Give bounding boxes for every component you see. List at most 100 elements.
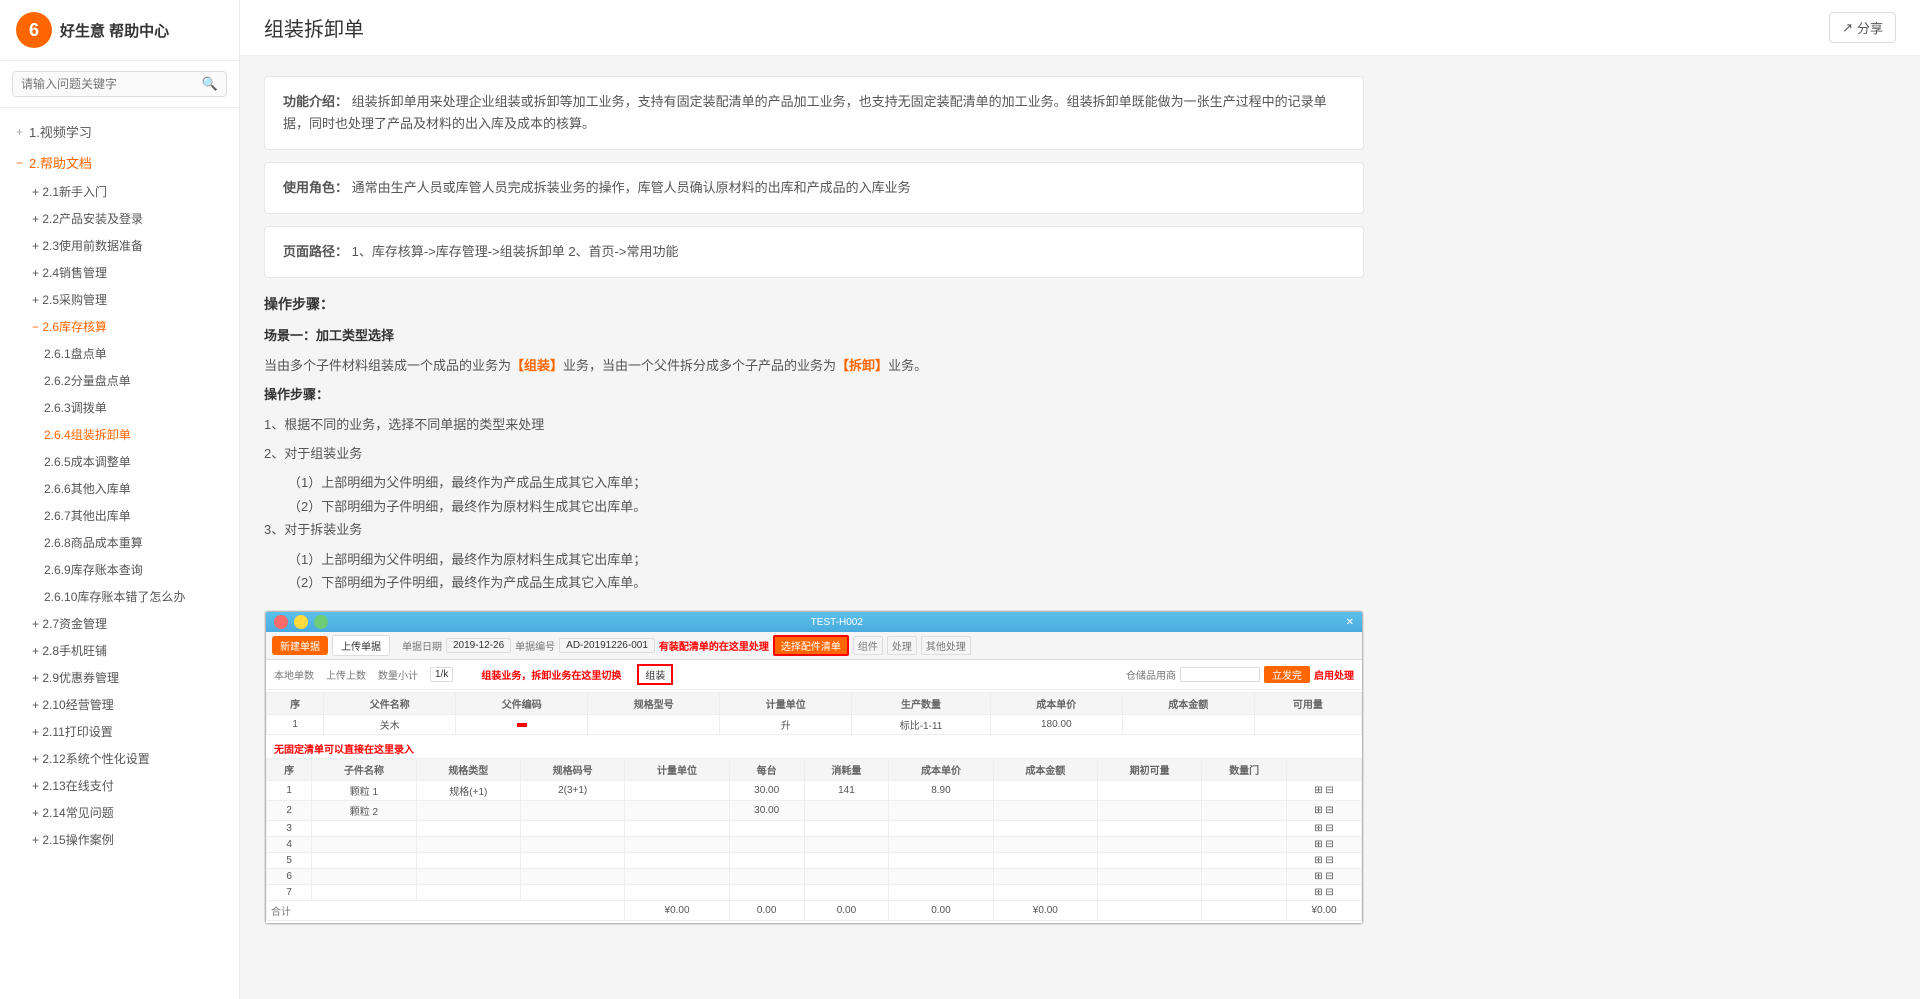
annotation1-btn[interactable]: 选择配件清单 [773, 635, 849, 656]
icon-2-10: + [32, 698, 42, 712]
sidebar-item-2-7[interactable]: + 2.7资金管理 [0, 610, 239, 637]
feature-intro-text: 组装拆卸单用来处理企业组装或拆卸等加工业务，支持有固定装配清单的产品加工业务，也… [283, 94, 1327, 131]
sidebar-item-2-15-label: 2.15操作案例 [42, 833, 113, 847]
td2-costprice-1: 8.90 [889, 781, 993, 801]
sidebar-item-2-6-icon: − [32, 320, 42, 334]
close-icon[interactable]: ✕ [1346, 617, 1354, 628]
sidebar-item-2-6-10[interactable]: 2.6.10库存账本错了怎么办 [0, 583, 239, 610]
sidebar-item-docs[interactable]: − 2.帮助文档 [0, 147, 239, 178]
sidebar-item-2-9-label: 2.9优惠券管理 [42, 671, 119, 685]
sidebar-item-2-6-8[interactable]: 2.6.8商品成本重算 [0, 529, 239, 556]
td2-initavail-1 [1098, 781, 1202, 801]
td2-spectype-1: 规格(+1) [416, 781, 520, 801]
logo-icon: 6 [16, 12, 52, 48]
extra-btn-3[interactable]: 其他处理 [921, 636, 971, 655]
type-switch[interactable]: 组装 [637, 664, 673, 685]
child-table-header: 无固定清单可以直接在这里录入 [266, 739, 1362, 758]
footer-val-6 [1098, 901, 1202, 921]
extra-btn-2[interactable]: 处理 [887, 636, 917, 655]
form-code-value[interactable]: AD-20191226-001 [559, 638, 655, 653]
minimize-dot [294, 615, 308, 629]
td2-unit-2 [625, 801, 729, 821]
td2-consume-1: 141 [804, 781, 889, 801]
sidebar-item-2-6-5[interactable]: 2.6.5成本调整单 [0, 448, 239, 475]
parent-table-area: 序 父件名称 父件编码 规格型号 计量单位 生产数量 成本单价 成本金额 可用量 [266, 690, 1362, 737]
sidebar-item-2-2[interactable]: + 2.2产品安装及登录 [0, 205, 239, 232]
sidebar-item-2-14[interactable]: + 2.14常见问题 [0, 799, 239, 826]
sidebar-item-2-6[interactable]: − 2.6库存核算 [0, 313, 239, 340]
sidebar-item-2-11[interactable]: + 2.11打印设置 [0, 718, 239, 745]
share-button[interactable]: ↗ 分享 [1829, 12, 1896, 43]
sidebar-item-2-12[interactable]: + 2.12系统个性化设置 [0, 745, 239, 772]
sidebar-item-2-4-label: 2.4销售管理 [42, 266, 107, 280]
sidebar-item-2-2-label: 2.2产品安装及登录 [42, 212, 143, 226]
sidebar-item-2-1[interactable]: + 2.1新手入门 [0, 178, 239, 205]
icon-2-13: + [32, 779, 42, 793]
main-content: 组装拆卸单 ↗ 分享 功能介绍： 组装拆卸单用来处理企业组装或拆卸等加工业务，支… [240, 0, 1920, 999]
type-sub-label1: 本地单数 [274, 667, 314, 682]
th2-seq: 序 [267, 759, 312, 781]
sidebar-item-2-6-6[interactable]: 2.6.6其他入库单 [0, 475, 239, 502]
sidebar-item-2-11-label: 2.11打印设置 [42, 725, 112, 739]
td2-seq-1: 1 [267, 781, 312, 801]
minus-icon: − [16, 156, 23, 170]
sidebar-item-2-5[interactable]: + 2.5采购管理 [0, 286, 239, 313]
th-cost-price: 成本单价 [990, 693, 1122, 715]
cell-seq: 1 [267, 715, 324, 735]
sidebar-item-2-4[interactable]: + 2.4销售管理 [0, 259, 239, 286]
sidebar-item-2-13[interactable]: + 2.13在线支付 [0, 772, 239, 799]
th2-consume: 消耗量 [804, 759, 889, 781]
th-unit: 计量单位 [720, 693, 852, 715]
nav-tree: + 1.视频学习 − 2.帮助文档 + 2.1新手入门 + 2.2产品安装及登录 [0, 108, 239, 999]
sidebar-item-2-6-1[interactable]: 2.6.1盘点单 [0, 340, 239, 367]
th2-cost-amount: 成本金额 [993, 759, 1097, 781]
step2: 2、对于组装业务 [264, 442, 1364, 465]
type-sub-label2: 上传上数 [326, 667, 366, 682]
sidebar-item-2-9[interactable]: + 2.9优惠券管理 [0, 664, 239, 691]
search-input[interactable] [21, 77, 202, 91]
scene1-desc-2: 业务，当由一个父件拆分成多个子产品的业务为 [563, 358, 836, 373]
screenshot-container: TEST-H002 ✕ 新建单据 上传单据 单据日期 2019-12-26 单据… [264, 610, 1364, 925]
form-code-label: 单据编号 [515, 638, 555, 653]
footer-val-8: ¥0.00 [1287, 901, 1362, 921]
sidebar-item-2-10[interactable]: + 2.10经营管理 [0, 691, 239, 718]
step3-sub1: （1）上部明细为父件明细，最终作为原材料生成其它出库单； [264, 548, 1364, 571]
sidebar-item-2-15[interactable]: + 2.15操作案例 [0, 826, 239, 853]
sidebar-item-2-6-label: 2.6库存核算 [42, 320, 107, 334]
icon-2-12: + [32, 752, 42, 766]
content-area: 功能介绍： 组装拆卸单用来处理企业组装或拆卸等加工业务，支持有固定装配清单的产品… [240, 56, 1920, 999]
sidebar-item-video[interactable]: + 1.视频学习 [0, 116, 239, 147]
td2-costamount-2 [993, 801, 1097, 821]
extra-btn-1[interactable]: 组件 [853, 636, 883, 655]
sidebar-item-2-6-9[interactable]: 2.6.9库存账本查询 [0, 556, 239, 583]
sidebar-item-2-8[interactable]: + 2.8手机旺铺 [0, 637, 239, 664]
form-date-value[interactable]: 2019-12-26 [446, 638, 511, 653]
footer-val-2: 0.00 [729, 901, 804, 921]
th2-cost-price: 成本单价 [889, 759, 993, 781]
sidebar-item-2-3[interactable]: + 2.3使用前数据准备 [0, 232, 239, 259]
child-table: 序 子件名称 规格类型 规格码号 计量单位 每台 消耗量 成本单价 成本金额 [266, 758, 1362, 921]
path-intro-block: 页面路径： 1、库存核算->库存管理->组装拆卸单 2、首页->常用功能 [264, 226, 1364, 278]
td2-name-2: 颗粒 2 [312, 801, 416, 821]
sidebar-item-2-6-3[interactable]: 2.6.3调拨单 [0, 394, 239, 421]
sidebar-item-2-6-2[interactable]: 2.6.2分量盘点单 [0, 367, 239, 394]
toolbar-tab-active[interactable]: 新建单据 [272, 636, 328, 655]
cell-spec [588, 715, 720, 735]
confirm-btn[interactable]: 立发完 [1264, 666, 1310, 683]
icon-2-9: + [32, 671, 42, 685]
share-icon: ↗ [1842, 20, 1853, 36]
sidebar-item-video-label: 1.视频学习 [29, 122, 92, 141]
sidebar: 6 好生意 帮助中心 🔍 + 1.视频学习 − 2.帮助文档 + 2.1 [0, 0, 240, 999]
th2-spec-code: 规格码号 [521, 759, 625, 781]
sidebar-item-2-6-7[interactable]: 2.6.7其他出库单 [0, 502, 239, 529]
icon-2-7: + [32, 617, 42, 631]
sidebar-item-2-6-4[interactable]: 2.6.4组装拆卸单 [0, 421, 239, 448]
toolbar-tab-upload[interactable]: 上传单据 [332, 635, 390, 656]
step3-sub2: （2）下部明细为子件明细，最终作为产成品生成其它入库单。 [264, 571, 1364, 594]
sidebar-item-2-4-icon: + [32, 266, 42, 280]
titlebar-text: TEST-H002 [334, 617, 1340, 628]
store-input[interactable] [1180, 667, 1260, 682]
annotation3-area: 仓储品用商 立发完 启用处理 [1126, 666, 1354, 683]
search-icon: 🔍 [202, 76, 218, 92]
qty-sublabel: 数量小计 [378, 667, 418, 682]
